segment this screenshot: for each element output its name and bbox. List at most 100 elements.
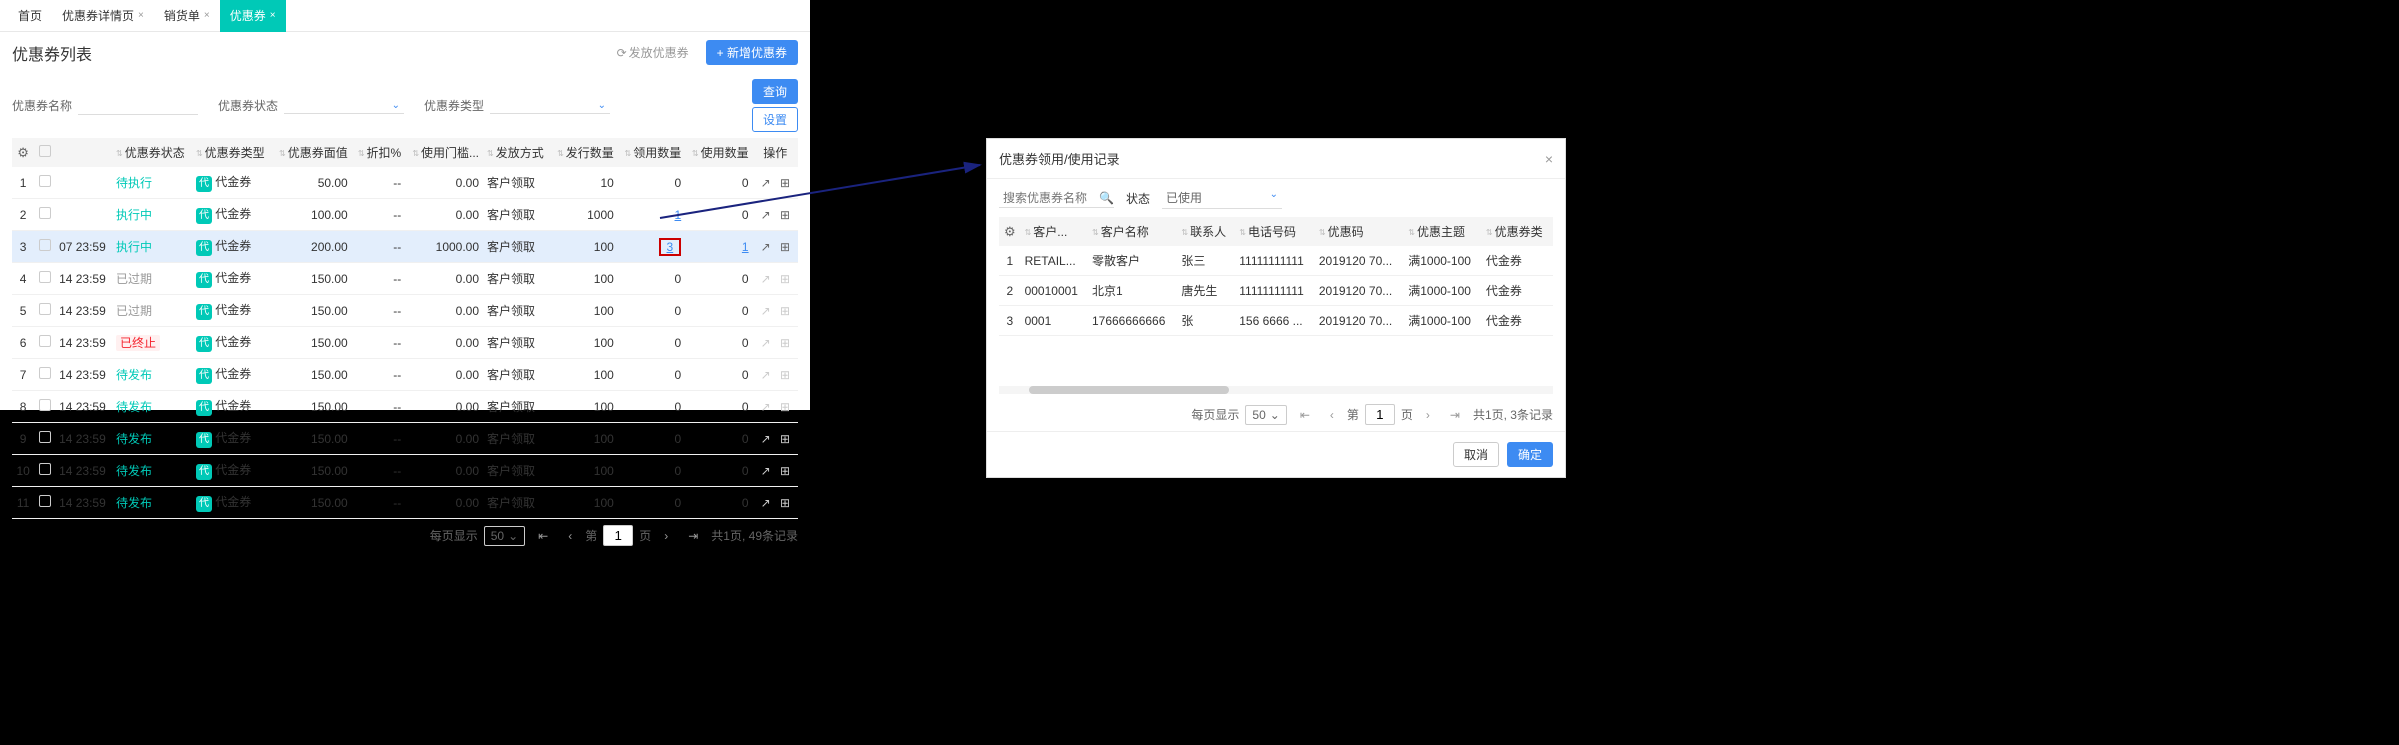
col-threshold[interactable]: ⇅使用门槛... xyxy=(405,138,483,167)
tab-coupon-detail[interactable]: 优惠券详情页 × xyxy=(52,0,154,32)
usage-record-modal: 优惠券领用/使用记录 × 🔍 状态 已使用 ⌄ ⚙ ⇅客户... ⇅客户名称 ⇅… xyxy=(986,138,1566,478)
qrcode-icon[interactable]: ⊞ xyxy=(780,208,790,222)
first-page-button[interactable]: ⇤ xyxy=(531,526,555,546)
search-button[interactable]: 查询 xyxy=(752,79,798,104)
share-icon[interactable]: ↗ xyxy=(761,240,771,254)
row-checkbox[interactable] xyxy=(39,271,51,283)
table-row[interactable]: 2 00010001 北京1 唐先生 11111111111 2019120 7… xyxy=(999,276,1553,306)
col-use[interactable]: ⇅使用数量 xyxy=(685,138,752,167)
filter-name-input[interactable] xyxy=(78,96,198,115)
row-checkbox[interactable] xyxy=(39,303,51,315)
select-all-checkbox[interactable] xyxy=(39,145,51,157)
share-icon[interactable]: ↗ xyxy=(761,208,771,222)
qrcode-icon[interactable]: ⊞ xyxy=(780,240,790,254)
close-icon[interactable]: × xyxy=(204,10,210,21)
row-checkbox[interactable] xyxy=(39,399,51,411)
discount: -- xyxy=(352,327,406,359)
horizontal-scrollbar[interactable] xyxy=(999,386,1553,394)
confirm-button[interactable]: 确定 xyxy=(1507,442,1553,467)
row-checkbox[interactable] xyxy=(39,495,51,507)
table-row[interactable]: 5 14 23:59 已过期 代 代金券 150.00 -- 0.00 客户领取… xyxy=(12,295,798,327)
share-icon[interactable]: ↗ xyxy=(761,176,771,190)
page-input[interactable] xyxy=(603,525,633,546)
add-coupon-button[interactable]: + 新增优惠券 xyxy=(706,40,798,65)
last-page-button[interactable]: ⇥ xyxy=(1443,405,1467,425)
row-checkbox[interactable] xyxy=(39,463,51,475)
col-discount[interactable]: ⇅折扣% xyxy=(352,138,406,167)
prev-page-button[interactable]: ‹ xyxy=(561,526,579,546)
row-time xyxy=(55,199,112,231)
table-row[interactable]: 1 RETAIL... 零散客户 张三 11111111111 2019120 … xyxy=(999,246,1553,276)
face-value: 150.00 xyxy=(272,263,352,295)
qrcode-icon: ⊞ xyxy=(780,400,790,414)
use-count-link[interactable]: 1 xyxy=(742,240,749,254)
qrcode-icon[interactable]: ⊞ xyxy=(780,176,790,190)
col-face[interactable]: ⇅优惠券面值 xyxy=(272,138,352,167)
table-row[interactable]: 8 14 23:59 待发布 代 代金券 150.00 -- 0.00 客户领取… xyxy=(12,391,798,423)
first-page-button[interactable]: ⇤ xyxy=(1293,405,1317,425)
col-claim[interactable]: ⇅领用数量 xyxy=(618,138,685,167)
filter-status-select[interactable]: ⌄ xyxy=(284,98,404,114)
table-row[interactable]: 2 执行中 代 代金券 100.00 -- 0.00 客户领取 1000 1 0… xyxy=(12,199,798,231)
close-icon[interactable]: × xyxy=(1545,151,1553,167)
status-badge: 执行中 xyxy=(116,208,152,222)
col-type[interactable]: ⇅优惠券类型 xyxy=(192,138,272,167)
gear-icon[interactable]: ⚙ xyxy=(1004,224,1016,239)
threshold: 0.00 xyxy=(405,359,483,391)
row-checkbox[interactable] xyxy=(39,431,51,443)
row-checkbox[interactable] xyxy=(39,335,51,347)
search-input[interactable] xyxy=(999,189,1099,207)
row-checkbox[interactable] xyxy=(39,367,51,379)
status-badge: 待发布 xyxy=(116,496,152,510)
settings-button[interactable]: 设置 xyxy=(752,107,798,132)
gear-icon[interactable]: ⚙ xyxy=(17,145,29,160)
prev-page-button[interactable]: ‹ xyxy=(1323,405,1341,425)
table-row[interactable]: 3 07 23:59 执行中 代 代金券 200.00 -- 1000.00 客… xyxy=(12,231,798,263)
issue-count: 100 xyxy=(550,263,617,295)
per-page-select[interactable]: 50 ⌄ xyxy=(484,526,525,546)
table-row[interactable]: 10 14 23:59 待发布 代 代金券 150.00 -- 0.00 客户领… xyxy=(12,455,798,487)
distribution-method: 客户领取 xyxy=(483,455,550,487)
tab-sales-order[interactable]: 销货单× xyxy=(154,0,220,32)
col-topic[interactable]: ⇅优惠主题 xyxy=(1404,217,1482,246)
next-page-button[interactable]: › xyxy=(657,526,675,546)
next-page-button[interactable]: › xyxy=(1419,405,1437,425)
table-row[interactable]: 9 14 23:59 待发布 代 代金券 150.00 -- 0.00 客户领取… xyxy=(12,423,798,455)
claim-count: 0 xyxy=(618,295,685,327)
tab-coupon[interactable]: 优惠券× xyxy=(220,0,286,32)
table-row[interactable]: 11 14 23:59 待发布 代 代金券 150.00 -- 0.00 客户领… xyxy=(12,487,798,519)
table-row[interactable]: 1 待执行 代 代金券 50.00 -- 0.00 客户领取 10 0 0 ↗ … xyxy=(12,167,798,199)
tab-home[interactable]: 首页 xyxy=(8,0,52,32)
table-row[interactable]: 7 14 23:59 待发布 代 代金券 150.00 -- 0.00 客户领取… xyxy=(12,359,798,391)
col-contact[interactable]: ⇅联系人 xyxy=(1177,217,1235,246)
row-checkbox[interactable] xyxy=(39,175,51,187)
table-row[interactable]: 3 0001 17666666666 张 156 6666 ... 201912… xyxy=(999,306,1553,336)
per-page-select[interactable]: 50 ⌄ xyxy=(1245,405,1286,425)
cancel-button[interactable]: 取消 xyxy=(1453,442,1499,467)
row-checkbox[interactable] xyxy=(39,207,51,219)
col-phone[interactable]: ⇅电话号码 xyxy=(1235,217,1315,246)
claim-count-link[interactable]: 3 xyxy=(667,240,674,254)
close-icon[interactable]: × xyxy=(138,10,144,21)
table-row[interactable]: 6 14 23:59 已终止 代 代金券 150.00 -- 0.00 客户领取… xyxy=(12,327,798,359)
search-icon[interactable]: 🔍 xyxy=(1099,191,1114,205)
col-status[interactable]: ⇅优惠券状态 xyxy=(112,138,192,167)
close-icon[interactable]: × xyxy=(270,10,276,21)
col-customer-name[interactable]: ⇅客户名称 xyxy=(1088,217,1177,246)
col-coupon-type[interactable]: ⇅优惠券类 xyxy=(1482,217,1553,246)
page-input[interactable] xyxy=(1365,404,1395,425)
modal-status-select[interactable]: 已使用 ⌄ xyxy=(1162,187,1282,209)
discount: -- xyxy=(352,423,406,455)
last-page-button[interactable]: ⇥ xyxy=(681,526,705,546)
table-row[interactable]: 4 14 23:59 已过期 代 代金券 150.00 -- 0.00 客户领取… xyxy=(12,263,798,295)
col-customer-code[interactable]: ⇅客户... xyxy=(1021,217,1088,246)
claim-count-link[interactable]: 1 xyxy=(675,208,682,222)
col-coupon-code[interactable]: ⇅优惠码 xyxy=(1315,217,1404,246)
row-number: 9 xyxy=(12,423,34,455)
col-method[interactable]: ⇅发放方式 xyxy=(483,138,550,167)
col-issue[interactable]: ⇅发行数量 xyxy=(550,138,617,167)
tab-label: 优惠券详情页 xyxy=(62,7,134,24)
row-checkbox[interactable] xyxy=(39,239,51,251)
distribute-coupon-button[interactable]: ⟳ 发放优惠券 xyxy=(606,40,700,65)
filter-type-select[interactable]: ⌄ xyxy=(490,98,610,114)
